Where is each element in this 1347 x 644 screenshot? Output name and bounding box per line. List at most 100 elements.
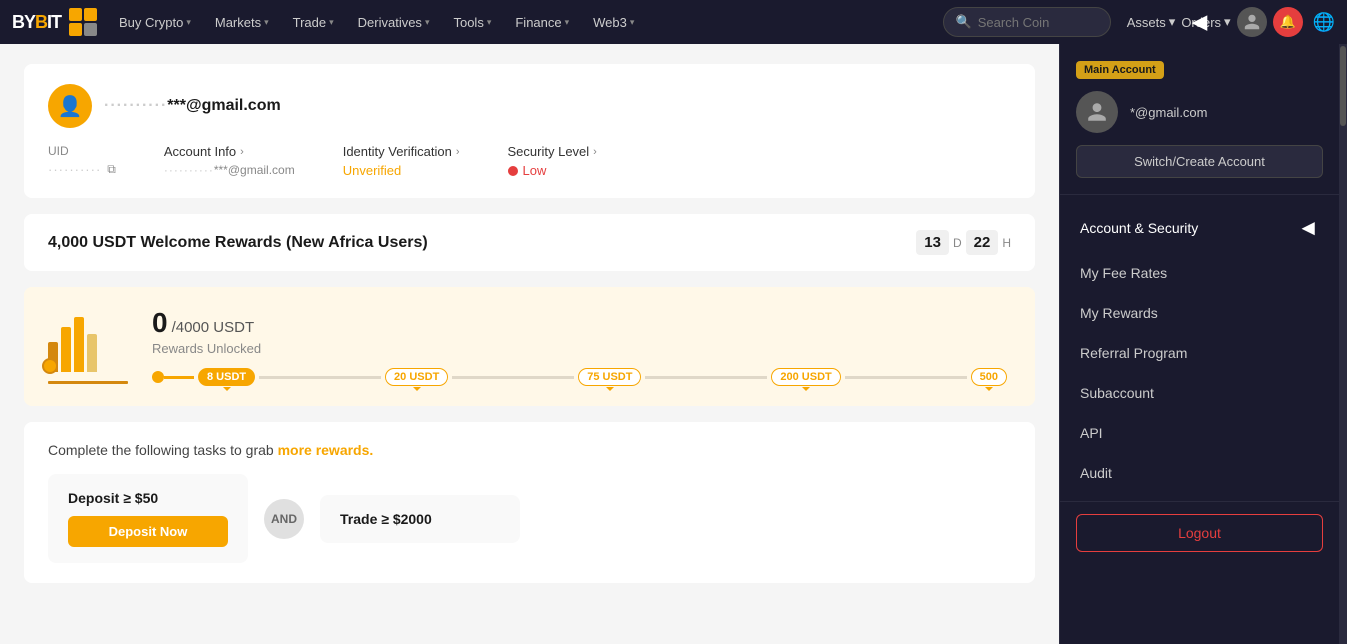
search-bar[interactable]: 🔍: [943, 7, 1111, 37]
search-icon: 🔍: [956, 14, 972, 30]
sidebar-menu: Account & Security ◄ My Fee Rates My Rew…: [1060, 195, 1339, 501]
rewards-info: 0 /4000 USDT Rewards Unlocked 8 USDT 20 …: [152, 307, 1011, 386]
identity-section: Identity Verification › Unverified: [343, 144, 460, 178]
nav-trade[interactable]: Trade ▾: [283, 15, 344, 30]
rewards-subtitle: Rewards Unlocked: [152, 341, 1011, 356]
security-link[interactable]: Security Level ›: [508, 144, 597, 159]
grid-icon[interactable]: [69, 8, 97, 36]
deposit-now-button[interactable]: Deposit Now: [68, 516, 228, 547]
trade-task-card: Trade ≥ $2000: [320, 495, 520, 543]
chevron-down-icon: ▾: [1169, 14, 1176, 30]
account-email: ··········***@gmail.com: [104, 97, 281, 115]
chevron-down-icon: ▾: [487, 17, 492, 28]
scrollbar-track[interactable]: [1339, 44, 1347, 644]
user-icon: [1243, 13, 1261, 31]
account-info-link[interactable]: Account Info ›: [164, 144, 295, 159]
milestone-75-usdt: 75 USDT: [578, 368, 641, 386]
assets-button[interactable]: Assets ▾: [1127, 14, 1176, 30]
orders-button[interactable]: Orders ▾: [1181, 14, 1230, 30]
trade-task-title: Trade ≥ $2000: [340, 511, 500, 527]
bar-chart-icon: [48, 312, 128, 372]
sidebar-item-account-security[interactable]: Account & Security ◄: [1060, 203, 1339, 253]
milestone-500-usdt: 500: [971, 368, 1007, 386]
sidebar-user-row: *@gmail.com: [1076, 91, 1323, 133]
notification-icon: 🔔: [1279, 14, 1295, 30]
sidebar-user-email: *@gmail.com: [1130, 105, 1208, 120]
progress-empty-line-4: [845, 376, 967, 379]
sidebar-logout-section: Logout: [1060, 501, 1339, 564]
sidebar-item-api[interactable]: API: [1060, 413, 1339, 453]
language-selector[interactable]: 🌐: [1313, 12, 1335, 33]
sidebar-item-fee-rates[interactable]: My Fee Rates: [1060, 253, 1339, 293]
notification-bell[interactable]: 🔔: [1273, 7, 1303, 37]
chart-baseline: [48, 381, 128, 384]
account-avatar: 👤: [48, 84, 92, 128]
milestone-8-usdt: 8 USDT: [198, 368, 255, 386]
chevron-down-icon: ▾: [565, 17, 570, 28]
logo[interactable]: BYBIT: [12, 12, 61, 33]
timer-days-value: 13: [916, 230, 949, 255]
progress-empty-line-2: [452, 376, 574, 379]
rewards-banner-title: 4,000 USDT Welcome Rewards (New Africa U…: [48, 234, 900, 252]
sidebar-item-audit[interactable]: Audit: [1060, 453, 1339, 493]
account-header-card: 👤 ··········***@gmail.com UID ··········…: [24, 64, 1035, 198]
timer-hours-label: H: [1002, 236, 1011, 250]
progress-empty-line: [259, 376, 381, 379]
rewards-amount-suffix: /4000 USDT: [172, 319, 255, 336]
sidebar-avatar: [1076, 91, 1118, 133]
sidebar-item-referral[interactable]: Referral Program: [1060, 333, 1339, 373]
rewards-amount: 0: [152, 307, 168, 339]
uid-label: UID: [48, 144, 116, 158]
nav-tools[interactable]: Tools ▾: [443, 15, 501, 30]
chevron-down-icon: ▾: [329, 17, 334, 28]
nav-markets[interactable]: Markets ▾: [205, 15, 279, 30]
uid-section: UID ·········· ⧉: [48, 144, 116, 177]
chevron-down-icon: ▾: [630, 17, 635, 28]
progress-start-dot: [152, 371, 164, 383]
nav-finance[interactable]: Finance ▾: [505, 15, 579, 30]
chevron-down-icon: ▾: [425, 17, 430, 28]
nav-web3[interactable]: Web3 ▾: [583, 15, 644, 30]
progress-filled-line: [164, 376, 194, 379]
content-area: 👤 ··········***@gmail.com UID ··········…: [0, 44, 1059, 644]
chevron-down-icon: ▾: [186, 17, 191, 28]
tasks-section: Complete the following tasks to grab mor…: [24, 422, 1035, 583]
progress-empty-line-3: [645, 376, 767, 379]
user-avatar[interactable]: ◄: [1237, 7, 1267, 37]
identity-status: Unverified: [343, 163, 460, 178]
tasks-row: Deposit ≥ $50 Deposit Now AND Trade ≥ $2…: [48, 474, 1011, 563]
chevron-right-icon: ›: [240, 146, 244, 158]
timer-days-label: D: [953, 236, 962, 250]
logout-button[interactable]: Logout: [1076, 514, 1323, 552]
nav-buy-crypto[interactable]: Buy Crypto ▾: [109, 15, 201, 30]
account-info-section: Account Info › ··········***@gmail.com: [164, 144, 295, 177]
sidebar-item-subaccount[interactable]: Subaccount: [1060, 373, 1339, 413]
account-info-row: UID ·········· ⧉ Account Info › ········…: [48, 144, 1011, 178]
identity-link[interactable]: Identity Verification ›: [343, 144, 460, 159]
rewards-banner: 4,000 USDT Welcome Rewards (New Africa U…: [24, 214, 1035, 271]
scrollbar-thumb[interactable]: [1340, 46, 1346, 126]
copy-icon[interactable]: ⧉: [107, 162, 116, 177]
email-sub-blurred: ··········: [164, 163, 214, 177]
chevron-right-icon: ›: [456, 146, 460, 158]
deposit-task-card: Deposit ≥ $50 Deposit Now: [48, 474, 248, 563]
account-security-arrow: ◄: [1297, 215, 1319, 241]
sidebar-item-my-rewards[interactable]: My Rewards: [1060, 293, 1339, 333]
rewards-illustration: [48, 312, 128, 382]
main-layout: 👤 ··········***@gmail.com UID ··········…: [0, 44, 1347, 644]
sidebar-account-section: Main Account *@gmail.com Switch/Create A…: [1060, 44, 1339, 195]
chevron-right-icon: ›: [593, 146, 597, 158]
security-status: Low: [508, 163, 597, 178]
security-section: Security Level › Low: [508, 144, 597, 178]
milestone-200-usdt: 200 USDT: [771, 368, 840, 386]
coin-icon: [42, 358, 58, 374]
security-dot-icon: [508, 166, 518, 176]
nav-derivatives[interactable]: Derivatives ▾: [348, 15, 440, 30]
user-avatar-icon: [1086, 101, 1108, 123]
rewards-card: 0 /4000 USDT Rewards Unlocked 8 USDT 20 …: [24, 287, 1035, 406]
chevron-down-icon: ▾: [1224, 14, 1231, 30]
switch-create-account-button[interactable]: Switch/Create Account: [1076, 145, 1323, 178]
and-divider: AND: [264, 499, 304, 539]
search-input[interactable]: [978, 15, 1098, 30]
email-prefix-blurred: ··········: [104, 97, 167, 114]
